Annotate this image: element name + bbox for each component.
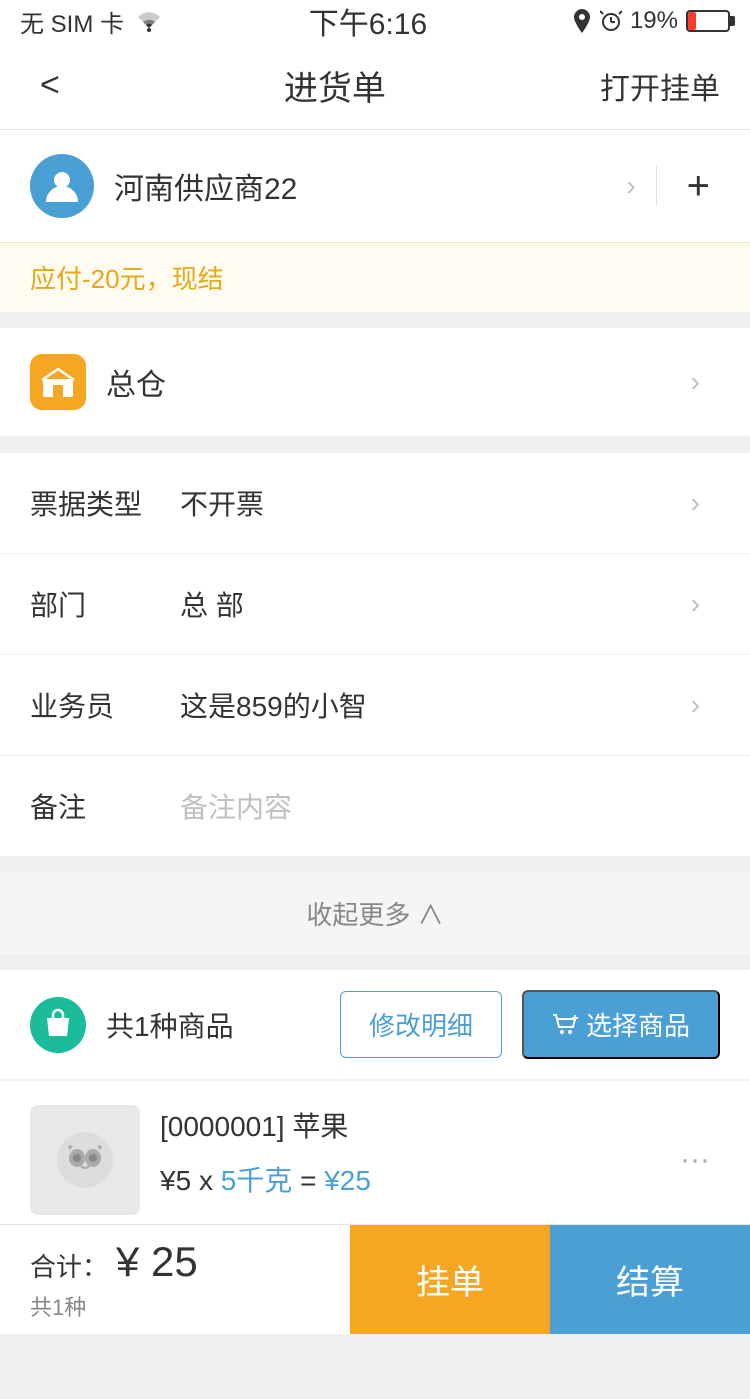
- product-thumbnail: [30, 1105, 140, 1215]
- warehouse-icon-bg: [30, 354, 86, 410]
- supplier-section: 河南供应商22 › + 应付-20元，现结: [0, 130, 750, 312]
- product-total: ¥25: [324, 1165, 371, 1196]
- warehouse-name: 总仓: [106, 360, 691, 404]
- vertical-divider: [656, 166, 657, 206]
- page-title: 进货单: [284, 61, 386, 110]
- location-icon: [572, 9, 592, 33]
- owl-logo-icon: [55, 1130, 115, 1190]
- supplier-chevron-icon: ›: [626, 170, 635, 202]
- product-item: [0000001] 苹果 ¥5 x 5千克 = ¥25 ···: [0, 1081, 750, 1239]
- salesperson-value: 这是859的小智: [160, 685, 691, 725]
- product-info: [0000001] 苹果 ¥5 x 5千克 = ¥25: [160, 1105, 650, 1199]
- department-value: 总 部: [160, 584, 691, 624]
- salesperson-chevron-icon: ›: [691, 689, 700, 721]
- select-product-button[interactable]: 选择商品: [522, 990, 720, 1059]
- product-quantity: 5千克: [221, 1165, 293, 1196]
- salesperson-label: 业务员: [30, 685, 160, 725]
- invoice-type-value: 不开票: [160, 483, 691, 523]
- remark-row[interactable]: 备注 备注内容: [0, 756, 750, 857]
- product-header: 共1种商品 修改明细 选择商品: [0, 970, 750, 1079]
- nav-bar: < 进货单 打开挂单: [0, 42, 750, 130]
- warehouse-chevron-icon: ›: [691, 366, 700, 398]
- bottom-total: 合计： ¥ 25 共1种: [0, 1225, 350, 1334]
- battery-percent: 19%: [630, 7, 678, 35]
- person-icon: [42, 166, 82, 206]
- supplier-avatar: [30, 154, 94, 218]
- status-bar: 无 SIM 卡 下午6:16 19%: [0, 0, 750, 42]
- battery-icon: [686, 10, 730, 32]
- warehouse-section: 总仓 ›: [0, 328, 750, 437]
- status-time: 下午6:16: [309, 0, 427, 43]
- wifi-icon: [134, 10, 164, 32]
- supplier-name: 河南供应商22: [114, 164, 626, 208]
- edit-detail-button[interactable]: 修改明细: [340, 991, 502, 1058]
- back-button[interactable]: <: [30, 56, 70, 115]
- warehouse-row[interactable]: 总仓 ›: [0, 328, 750, 437]
- status-right: 19%: [572, 7, 730, 35]
- collapse-bar[interactable]: 收起更多 ∧: [0, 873, 750, 954]
- product-price: ¥5 x 5千克 = ¥25: [160, 1159, 650, 1199]
- alarm-icon: [600, 9, 622, 33]
- checkout-button[interactable]: 结算: [550, 1225, 750, 1334]
- main-content: 河南供应商22 › + 应付-20元，现结 总仓 › 票据类型 不开票 ›: [0, 130, 750, 1399]
- open-pending-button[interactable]: 打开挂单: [600, 64, 720, 108]
- invoice-type-label: 票据类型: [30, 483, 160, 523]
- invoice-type-row[interactable]: 票据类型 不开票 ›: [0, 453, 750, 554]
- shopping-bag-icon: [41, 1008, 75, 1042]
- total-amount: ¥ 25: [116, 1238, 198, 1286]
- department-label: 部门: [30, 584, 160, 624]
- supplier-notice: 应付-20元，现结: [0, 242, 750, 312]
- form-section: 票据类型 不开票 › 部门 总 部 › 业务员 这是859的小智 › 备注 备注…: [0, 453, 750, 857]
- product-count-label: 共1种商品: [106, 1005, 320, 1045]
- remark-value[interactable]: 备注内容: [160, 786, 720, 826]
- bottom-bar: 合计： ¥ 25 共1种 挂单 结算: [0, 1224, 750, 1334]
- carrier-text: 无 SIM 卡: [20, 4, 124, 39]
- department-chevron-icon: ›: [691, 588, 700, 620]
- total-label: 合计： ¥ 25: [30, 1238, 320, 1286]
- department-row[interactable]: 部门 总 部 ›: [0, 554, 750, 655]
- remark-label: 备注: [30, 786, 160, 826]
- cart-add-icon: [552, 1014, 578, 1036]
- warehouse-icon: [41, 365, 75, 399]
- product-more-button[interactable]: ···: [670, 1143, 720, 1177]
- product-name: [0000001] 苹果: [160, 1105, 650, 1145]
- add-supplier-button[interactable]: +: [677, 164, 720, 209]
- invoice-chevron-icon: ›: [691, 487, 700, 519]
- product-icon-bg: [30, 997, 86, 1053]
- hang-order-button[interactable]: 挂单: [350, 1225, 550, 1334]
- status-left: 无 SIM 卡: [20, 4, 164, 39]
- supplier-row[interactable]: 河南供应商22 › +: [0, 130, 750, 242]
- select-product-label: 选择商品: [586, 1006, 690, 1043]
- salesperson-row[interactable]: 业务员 这是859的小智 ›: [0, 655, 750, 756]
- total-count: 共1种: [30, 1290, 320, 1322]
